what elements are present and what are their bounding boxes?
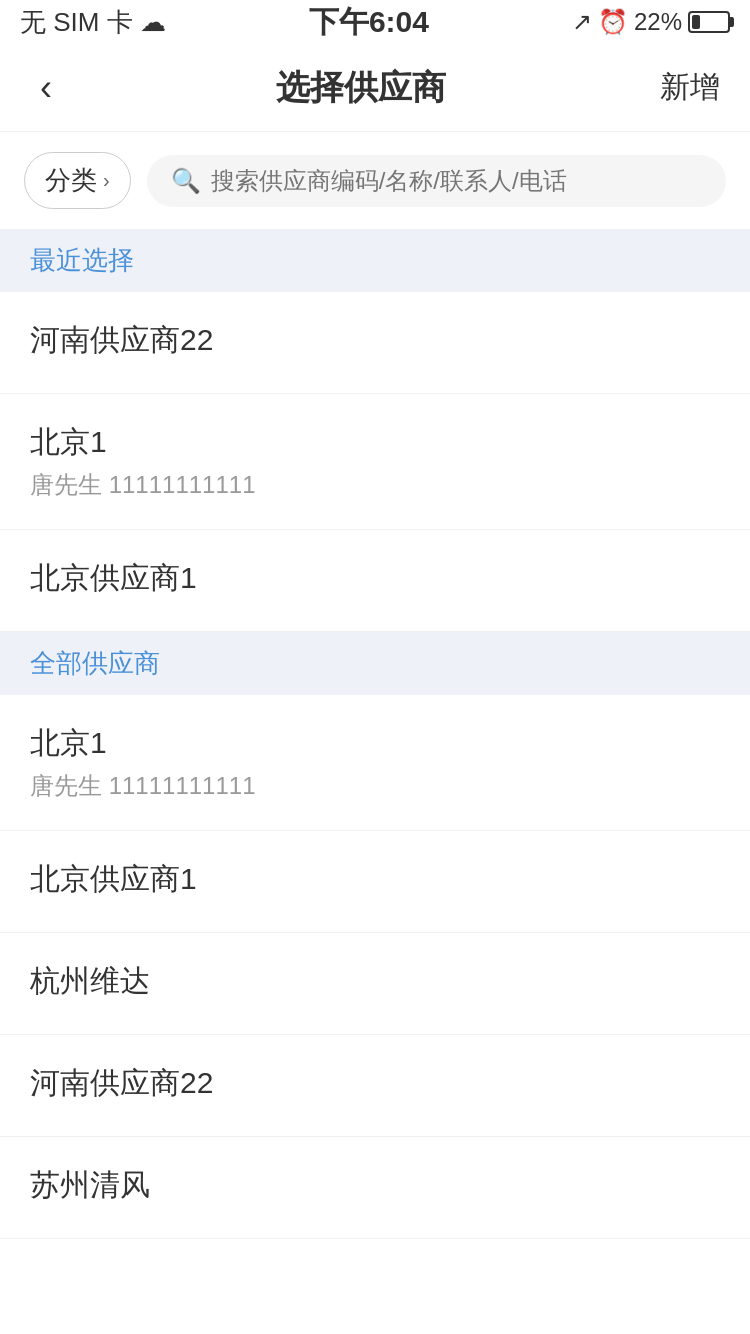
list-item[interactable]: 河南供应商22 <box>0 1035 750 1137</box>
location-icon: ↗ <box>572 8 592 36</box>
item-sub: 唐先生 11111111111 <box>30 770 720 802</box>
recent-section-header: 最近选择 <box>0 229 750 292</box>
status-right: ↗ ⏰ 22% <box>572 8 730 36</box>
item-name: 苏州清风 <box>30 1165 720 1206</box>
add-button[interactable]: 新增 <box>660 67 720 108</box>
item-name: 河南供应商22 <box>30 1063 720 1104</box>
search-icon: 🔍 <box>171 167 201 195</box>
search-box[interactable]: 🔍 <box>147 155 726 207</box>
status-time: 下午6:04 <box>309 2 429 43</box>
chevron-icon: › <box>103 169 110 192</box>
search-input[interactable] <box>211 167 702 195</box>
battery-icon <box>688 11 730 33</box>
item-name: 河南供应商22 <box>30 320 720 361</box>
list-item[interactable]: 北京供应商1 <box>0 831 750 933</box>
category-label: 分类 <box>45 163 97 198</box>
page-title: 选择供应商 <box>276 65 446 111</box>
list-item[interactable]: 北京1 唐先生 11111111111 <box>0 695 750 831</box>
battery-percent: 22% <box>634 8 682 36</box>
status-bar: 无 SIM 卡 ☁ 下午6:04 ↗ ⏰ 22% <box>0 0 750 44</box>
back-button[interactable]: ‹ <box>30 57 62 119</box>
status-left: 无 SIM 卡 ☁ <box>20 5 166 40</box>
alarm-icon: ⏰ <box>598 8 628 36</box>
list-item[interactable]: 北京1 唐先生 11111111111 <box>0 394 750 530</box>
list-item[interactable]: 北京供应商1 <box>0 530 750 632</box>
all-list: 北京1 唐先生 11111111111 北京供应商1 杭州维达河南供应商22 苏州清风 <box>0 695 750 1239</box>
all-section-header: 全部供应商 <box>0 632 750 695</box>
list-item[interactable]: 苏州清风 <box>0 1137 750 1239</box>
item-name: 北京1 <box>30 723 720 764</box>
category-filter[interactable]: 分类 › <box>24 152 131 209</box>
list-item[interactable]: 河南供应商22 <box>0 292 750 394</box>
item-name: 北京供应商1 <box>30 859 720 900</box>
item-sub: 唐先生 11111111111 <box>30 469 720 501</box>
recent-list: 河南供应商22 北京1 唐先生 11111111111 北京供应商1 <box>0 292 750 632</box>
item-name: 北京供应商1 <box>30 558 720 599</box>
nav-bar: ‹ 选择供应商 新增 <box>0 44 750 132</box>
filter-bar: 分类 › 🔍 <box>0 132 750 229</box>
item-name: 杭州维达 <box>30 961 720 1002</box>
item-name: 北京1 <box>30 422 720 463</box>
sim-label: 无 SIM 卡 ☁ <box>20 5 166 40</box>
list-item[interactable]: 杭州维达 <box>0 933 750 1035</box>
